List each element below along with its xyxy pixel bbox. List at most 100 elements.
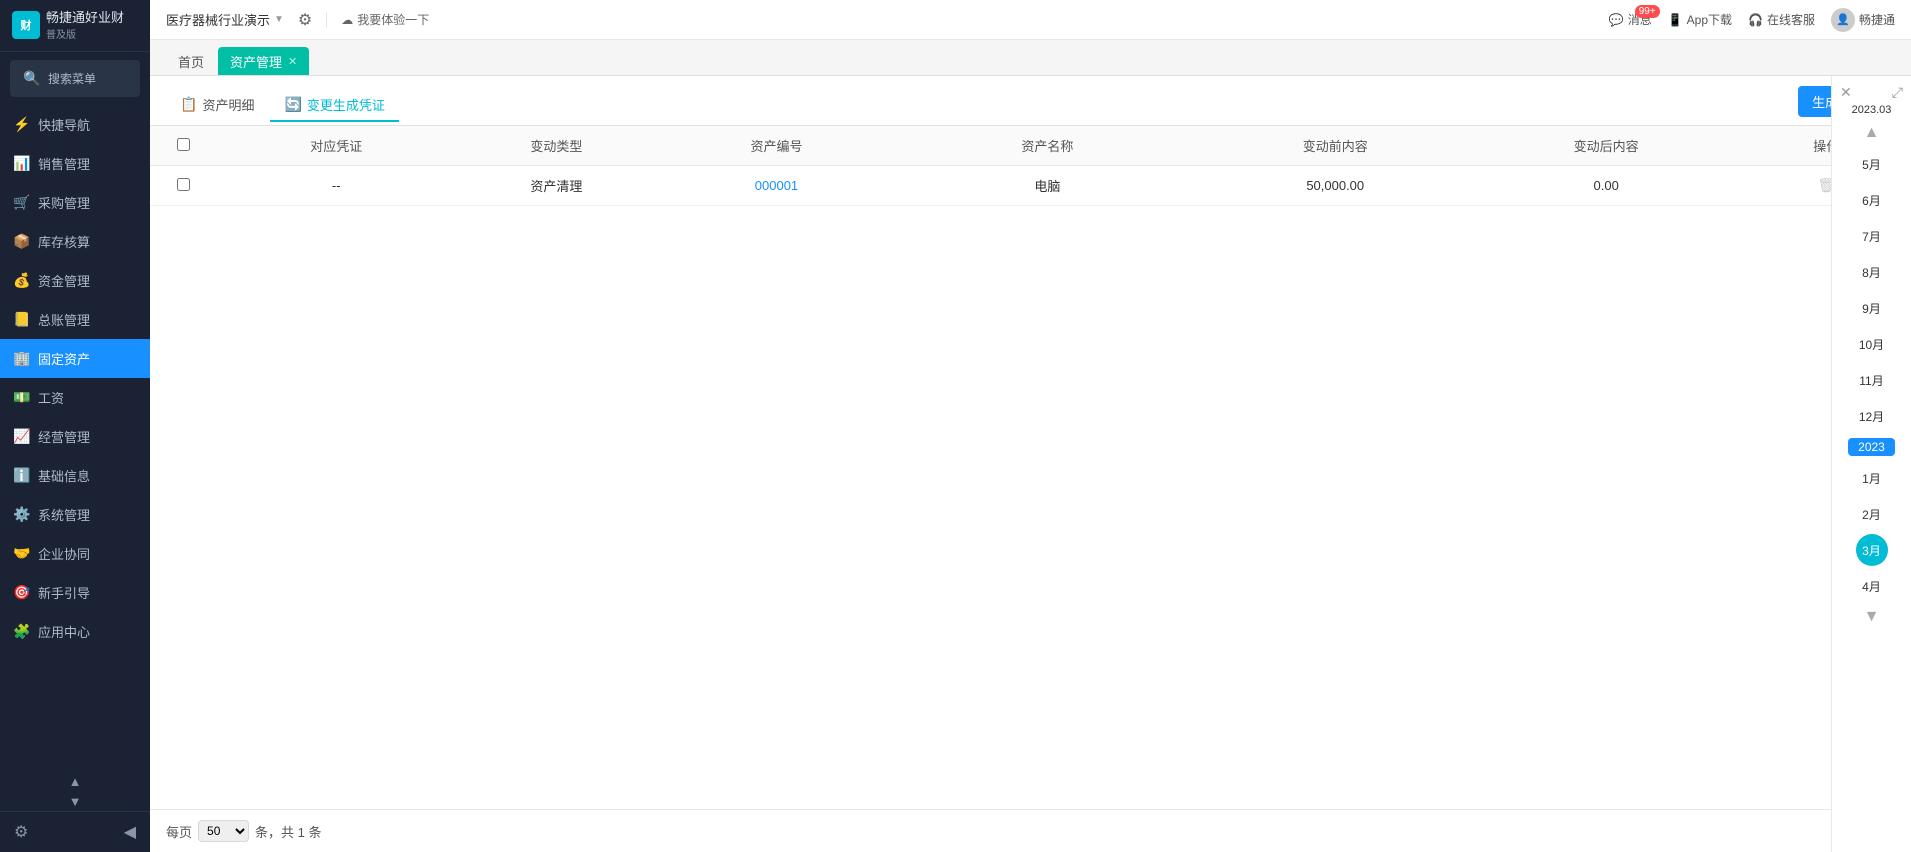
asset-table: 对应凭证 变动类型 资产编号 资产名称 变动前内容 变动后内容 操作 xyxy=(150,126,1911,206)
service-btn[interactable]: 🎧 在线客服 xyxy=(1748,11,1815,28)
topbar: 医疗器械行业演示 ▼ ⚙ ☁ 我要体验一下 💬 消息 99+ 📱 App下载 🎧… xyxy=(150,0,1911,40)
service-icon: 🎧 xyxy=(1748,13,1763,27)
table-wrapper: 对应凭证 变动类型 资产编号 资产名称 变动前内容 变动后内容 操作 xyxy=(150,126,1911,809)
company-selector[interactable]: 医疗器械行业演示 ▼ xyxy=(166,10,284,29)
sidebar-item-purchase[interactable]: 🛒 采购管理 xyxy=(0,183,150,222)
sidebar-item-funds[interactable]: 💰 资金管理 xyxy=(0,261,150,300)
tab-asset-mgmt[interactable]: 资产管理 ✕ xyxy=(218,47,309,75)
th-asset-name: 资产名称 xyxy=(895,126,1200,166)
panel-scroll-up-btn[interactable]: ▲ xyxy=(1860,120,1884,146)
th-change-type: 变动类型 xyxy=(455,126,658,166)
sidebar-item-guide[interactable]: 🎯 新手引导 xyxy=(0,573,150,612)
sidebar-item-quicknav[interactable]: ⚡ 快捷导航 xyxy=(0,105,150,144)
appstore-icon: 🧩 xyxy=(14,623,30,639)
search-icon: 🔍 xyxy=(24,70,40,86)
panel-month-2[interactable]: 2月 xyxy=(1856,498,1888,530)
content-area: 📋 资产明细 🔄 变更生成凭证 生成凭证 ▼ 对应凭证 xyxy=(150,76,1911,852)
panel-scroll-down-btn[interactable]: ▼ xyxy=(1860,604,1884,630)
sidebar-item-ledger[interactable]: 📒 总账管理 xyxy=(0,300,150,339)
sidebar-item-operations[interactable]: 📈 经营管理 xyxy=(0,417,150,456)
service-label: 在线客服 xyxy=(1767,11,1815,28)
app-download-btn[interactable]: 📱 App下载 xyxy=(1668,11,1732,28)
sidebar-item-inventory[interactable]: 📦 库存核算 xyxy=(0,222,150,261)
panel-month-12[interactable]: 12月 xyxy=(1856,400,1888,432)
sidebar-item-fixed-assets[interactable]: 🏢 固定资产 xyxy=(0,339,150,378)
logo-subtitle: 普及版 xyxy=(46,26,124,41)
panel-expand-icon[interactable]: ⤢ xyxy=(1892,84,1903,101)
settings-icon[interactable]: ⚙ xyxy=(14,822,28,842)
sidebar-item-label: 新手引导 xyxy=(38,583,90,602)
sidebar: 财 畅捷通好业财 普及版 🔍 搜索菜单 ⚡ 快捷导航 📊 销售管理 🛒 采购管理… xyxy=(0,0,150,852)
tab-home-label: 首页 xyxy=(178,52,204,71)
sidebar-item-basic-info[interactable]: ℹ️ 基础信息 xyxy=(0,456,150,495)
table-row: -- 资产清理 000001 电脑 50,000.00 0.00 🗑 xyxy=(150,166,1911,206)
sidebar-item-appstore[interactable]: 🧩 应用中心 xyxy=(0,612,150,651)
panel-month-3-current[interactable]: 3月 xyxy=(1856,534,1888,566)
row-asset-code: 000001 xyxy=(658,166,895,206)
sidebar-item-label: 销售管理 xyxy=(38,154,90,173)
row-checkbox[interactable] xyxy=(177,178,190,191)
feedback-btn[interactable]: ☁ 我要体验一下 xyxy=(341,11,429,28)
pagination: 每页 50 20 100 条，共 1 条 xyxy=(150,809,1911,852)
per-page-label: 每页 xyxy=(166,822,192,841)
sub-tab-change-voucher[interactable]: 🔄 变更生成凭证 xyxy=(270,89,398,122)
panel-month-6[interactable]: 6月 xyxy=(1856,184,1888,216)
sidebar-item-system[interactable]: ⚙️ 系统管理 xyxy=(0,495,150,534)
sidebar-item-search[interactable]: 🔍 搜索菜单 xyxy=(10,60,140,97)
sidebar-bottom: ⚙ ◀ xyxy=(0,811,150,852)
company-name: 医疗器械行业演示 xyxy=(166,10,270,29)
sidebar-scroll-down[interactable]: ▼ xyxy=(0,791,150,811)
feedback-icon: ☁ xyxy=(341,13,353,27)
sub-tab-asset-detail[interactable]: 📋 资产明细 xyxy=(166,89,268,122)
sidebar-item-payroll[interactable]: 💵 工资 xyxy=(0,378,150,417)
ledger-icon: 📒 xyxy=(14,311,30,327)
panel-month-1[interactable]: 1月 xyxy=(1856,462,1888,494)
funds-icon: 💰 xyxy=(14,272,30,288)
sub-tab-label: 变更生成凭证 xyxy=(307,95,385,114)
sidebar-item-label: 采购管理 xyxy=(38,193,90,212)
feedback-label: 我要体验一下 xyxy=(357,11,429,28)
tab-home[interactable]: 首页 xyxy=(166,47,216,75)
topbar-settings-icon[interactable]: ⚙ xyxy=(298,10,312,30)
logo-icon: 财 xyxy=(12,11,40,39)
th-after: 变动后内容 xyxy=(1471,126,1742,166)
sidebar-item-label: 固定资产 xyxy=(38,349,90,368)
system-icon: ⚙️ xyxy=(14,506,30,522)
panel-month-9[interactable]: 9月 xyxy=(1856,292,1888,324)
tabbar: 首页 资产管理 ✕ xyxy=(150,40,1911,76)
avatar: 👤 xyxy=(1831,8,1855,32)
sidebar-item-label: 经营管理 xyxy=(38,427,90,446)
sidebar-item-enterprise[interactable]: 🤝 企业协同 xyxy=(0,534,150,573)
collapse-icon[interactable]: ◀ xyxy=(124,822,136,842)
logo-title: 畅捷通好业财 xyxy=(46,10,124,26)
sidebar-item-label: 库存核算 xyxy=(38,232,90,251)
panel-close-icon[interactable]: ✕ xyxy=(1840,84,1852,101)
row-before-content: 50,000.00 xyxy=(1200,166,1471,206)
panel-year-header: 2023.03 xyxy=(1846,102,1898,118)
panel-month-4[interactable]: 4月 xyxy=(1856,570,1888,602)
panel-month-5[interactable]: 5月 xyxy=(1856,148,1888,180)
per-page-select[interactable]: 50 20 100 xyxy=(198,820,249,842)
sidebar-item-label: 资金管理 xyxy=(38,271,90,290)
quicknav-icon: ⚡ xyxy=(14,116,30,132)
asset-detail-icon: 📋 xyxy=(180,96,197,113)
th-voucher: 对应凭证 xyxy=(218,126,455,166)
purchase-icon: 🛒 xyxy=(14,194,30,210)
logo-text-block: 畅捷通好业财 普及版 xyxy=(46,10,124,41)
sidebar-item-sales[interactable]: 📊 销售管理 xyxy=(0,144,150,183)
sidebar-scroll-up[interactable]: ▲ xyxy=(0,771,150,791)
guide-icon: 🎯 xyxy=(14,584,30,600)
msg-btn[interactable]: 💬 消息 99+ xyxy=(1609,11,1652,28)
tab-close-icon[interactable]: ✕ xyxy=(288,55,297,68)
select-all-checkbox[interactable] xyxy=(177,138,190,151)
main-area: 医疗器械行业演示 ▼ ⚙ ☁ 我要体验一下 💬 消息 99+ 📱 App下载 🎧… xyxy=(150,0,1911,852)
basic-info-icon: ℹ️ xyxy=(14,467,30,483)
panel-month-7[interactable]: 7月 xyxy=(1856,220,1888,252)
year-tag-2023[interactable]: 2023 xyxy=(1848,438,1895,456)
total-label: 条，共 1 条 xyxy=(255,822,321,841)
panel-month-10[interactable]: 10月 xyxy=(1856,328,1888,360)
panel-month-11[interactable]: 11月 xyxy=(1856,364,1888,396)
panel-month-8[interactable]: 8月 xyxy=(1856,256,1888,288)
row-checkbox-cell xyxy=(150,166,218,206)
user-btn[interactable]: 👤 畅捷通 xyxy=(1831,8,1895,32)
